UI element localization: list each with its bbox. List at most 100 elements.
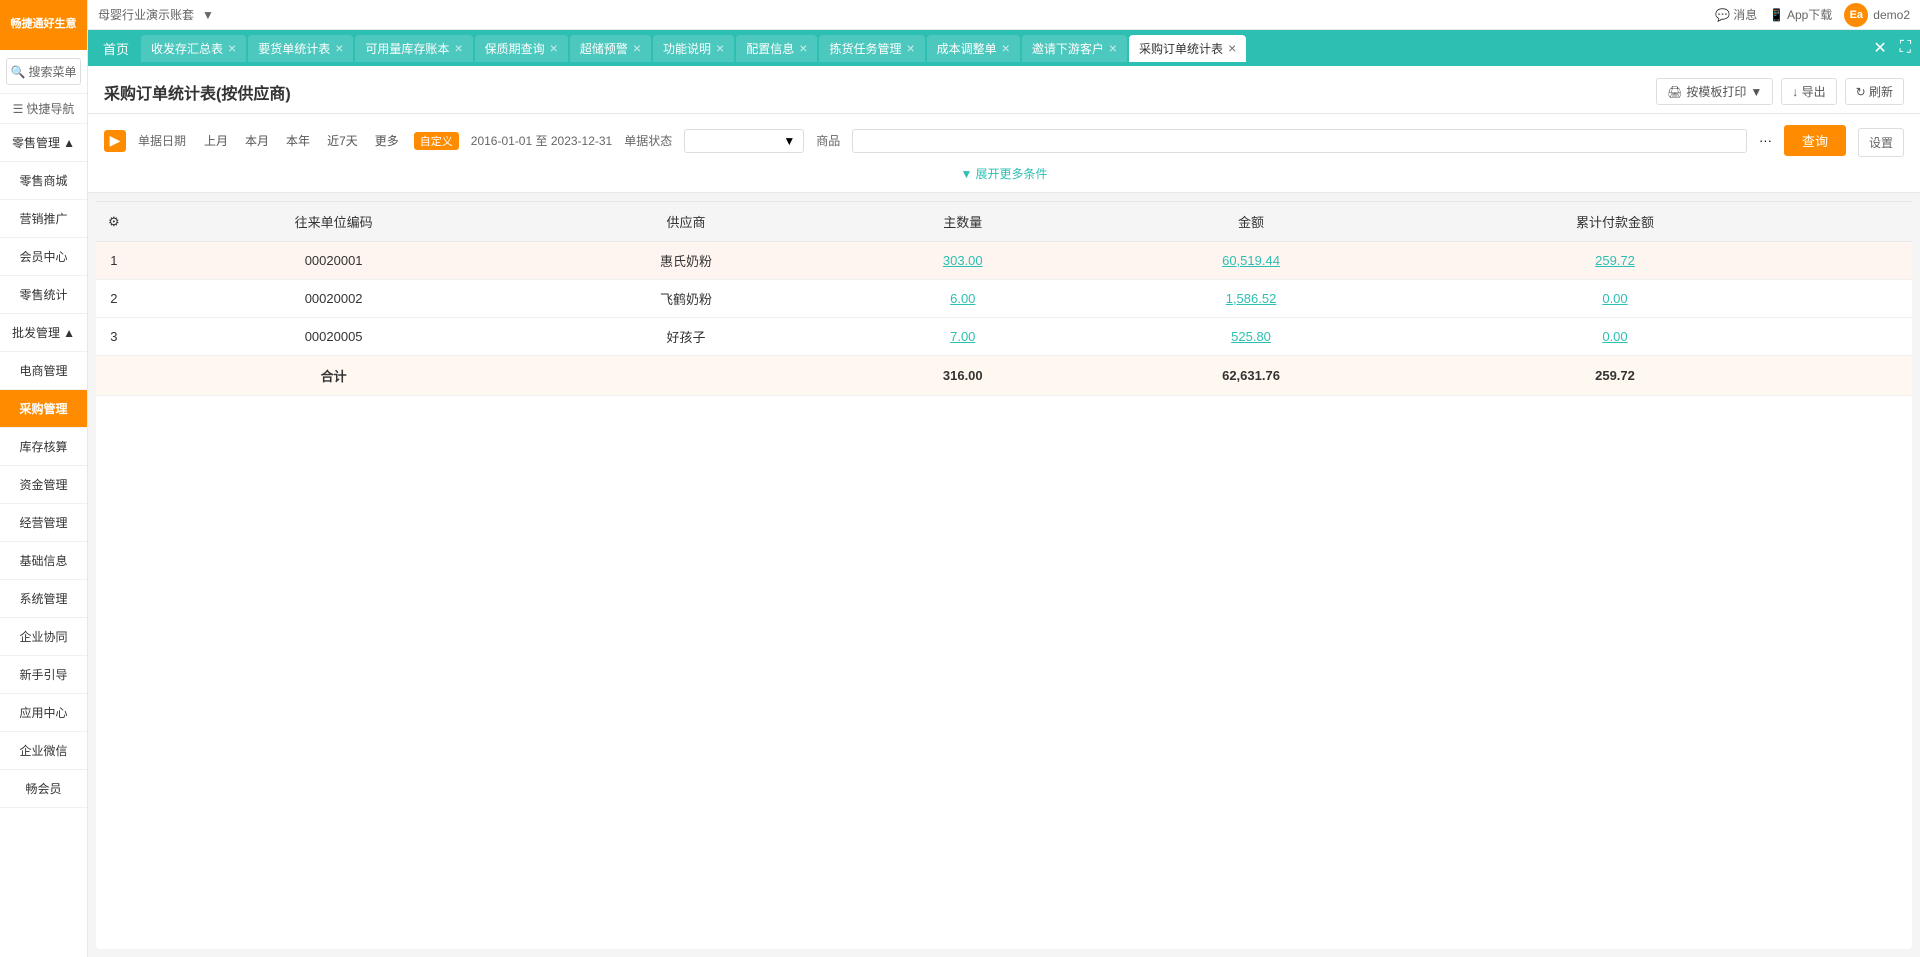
footer-label: 合计: [132, 356, 536, 396]
message-button[interactable]: 💬 消息: [1715, 6, 1757, 23]
search-icon: 🔍: [11, 65, 26, 79]
row-quantity[interactable]: 7.00: [837, 318, 1089, 356]
status-select[interactable]: ▼: [684, 129, 804, 153]
tab-close-11[interactable]: ×: [1228, 41, 1236, 55]
tab-10[interactable]: 邀请下游客户×: [1022, 35, 1127, 62]
footer-empty1: [96, 356, 132, 396]
sidebar-item-企业协同[interactable]: 企业协同: [0, 618, 87, 656]
print-icon: 🖨: [1667, 85, 1682, 99]
app-download-button[interactable]: 📱 App下载: [1769, 6, 1832, 23]
refresh-button[interactable]: ↻ 刷新: [1845, 78, 1904, 105]
row-amount[interactable]: 525.80: [1089, 318, 1413, 356]
sidebar-item-批发管理[interactable]: 批发管理 ▲: [0, 314, 87, 352]
tab-close-4[interactable]: ×: [550, 41, 558, 55]
shortcut-last-month[interactable]: 上月: [198, 129, 234, 152]
tab-label-9: 成本调整单: [937, 40, 997, 57]
tab-close-10[interactable]: ×: [1109, 41, 1117, 55]
expand-more-button[interactable]: ▼ 展开更多条件: [104, 165, 1904, 182]
sidebar-item-零售管理[interactable]: 零售管理 ▲: [0, 124, 87, 162]
row-paid[interactable]: 259.72: [1413, 242, 1817, 280]
tab-close-1[interactable]: ×: [228, 41, 236, 55]
tab-5[interactable]: 超储预警×: [570, 35, 651, 62]
tab-7[interactable]: 配置信息×: [736, 35, 817, 62]
goods-more-icon[interactable]: ···: [1759, 133, 1772, 148]
tab-4[interactable]: 保质期查询×: [475, 35, 568, 62]
tab-close-9[interactable]: ×: [1002, 41, 1010, 55]
query-button[interactable]: 查询: [1784, 125, 1846, 156]
tab-6[interactable]: 功能说明×: [653, 35, 734, 62]
tabbar: 首页收发存汇总表×要货单统计表×可用量库存账本×保质期查询×超储预警×功能说明×…: [88, 30, 1920, 66]
sidebar-item-营销推广[interactable]: 营销推广: [0, 200, 87, 238]
print-label: 按模板打印: [1686, 83, 1746, 100]
tab-11[interactable]: 采购订单统计表×: [1129, 35, 1246, 62]
sidebar-item-新手引导[interactable]: 新手引导: [0, 656, 87, 694]
sidebar-item-经营管理[interactable]: 经营管理: [0, 504, 87, 542]
footer-quantity: 316.00: [837, 356, 1089, 396]
row-extra: [1817, 318, 1912, 356]
sidebar-item-企业微信[interactable]: 企业微信: [0, 732, 87, 770]
expand-filter-button[interactable]: ▶: [104, 130, 126, 152]
sidebar-item-电商管理[interactable]: 电商管理: [0, 352, 87, 390]
arrow-icon: ▲: [63, 326, 75, 340]
settings-button[interactable]: 设置: [1858, 128, 1904, 157]
sidebar-item-零售统计[interactable]: 零售统计: [0, 276, 87, 314]
table-row: 1 00020001 惠氏奶粉 303.00 60,519.44 259.72: [96, 242, 1912, 280]
row-quantity[interactable]: 6.00: [837, 280, 1089, 318]
row-amount[interactable]: 1,586.52: [1089, 280, 1413, 318]
sidebar-item-基础信息[interactable]: 基础信息: [0, 542, 87, 580]
table-section: ⚙ 往来单位编码 供应商 主数量 金额 累计付款金额 1 00020001 惠氏…: [96, 201, 1912, 949]
export-button[interactable]: ↓ 导出: [1781, 78, 1836, 105]
close-tab-button[interactable]: ✕: [1869, 36, 1890, 60]
print-button[interactable]: 🖨 按模板打印 ▼: [1656, 78, 1773, 105]
col-supplier: 供应商: [536, 202, 837, 242]
tab-close-6[interactable]: ×: [716, 41, 724, 55]
row-paid[interactable]: 0.00: [1413, 280, 1817, 318]
user-menu[interactable]: Ea demo2: [1844, 3, 1910, 27]
tab-3[interactable]: 可用量库存账本×: [355, 35, 472, 62]
settings-col-header[interactable]: ⚙: [96, 202, 132, 242]
sidebar-item-采购管理[interactable]: 采购管理: [0, 390, 87, 428]
shortcut-7days[interactable]: 近7天: [321, 129, 364, 152]
search-menu-button[interactable]: 🔍 搜索菜单: [6, 58, 81, 85]
date-shortcuts: 上月 本月 本年 近7天 更多 自定义: [198, 129, 459, 152]
shortcut-this-year[interactable]: 本年: [280, 129, 316, 152]
quick-nav-button[interactable]: ☰ 快捷导航: [0, 94, 87, 124]
tab-label-0: 首页: [103, 39, 129, 58]
sidebar-item-库存核算[interactable]: 库存核算: [0, 428, 87, 466]
quick-nav-label: 快捷导航: [26, 100, 74, 117]
row-supplier: 惠氏奶粉: [536, 242, 837, 280]
logo-text: 畅捷通好生意: [11, 18, 77, 31]
sidebar-item-资金管理[interactable]: 资金管理: [0, 466, 87, 504]
goods-input[interactable]: [852, 129, 1747, 153]
sidebar-item-系统管理[interactable]: 系统管理: [0, 580, 87, 618]
tab-close-2[interactable]: ×: [335, 41, 343, 55]
store-dropdown-icon[interactable]: ▼: [202, 8, 214, 22]
table-header-row: ⚙ 往来单位编码 供应商 主数量 金额 累计付款金额: [96, 202, 1912, 242]
row-quantity[interactable]: 303.00: [837, 242, 1089, 280]
row-paid[interactable]: 0.00: [1413, 318, 1817, 356]
row-supplier: 飞鹤奶粉: [536, 280, 837, 318]
row-supplier: 好孩子: [536, 318, 837, 356]
tab-8[interactable]: 拣货任务管理×: [819, 35, 924, 62]
date-separator: 至: [536, 134, 551, 148]
sidebar-item-零售商城[interactable]: 零售商城: [0, 162, 87, 200]
shortcut-more[interactable]: 更多: [369, 129, 405, 152]
tab-9[interactable]: 成本调整单 ×: [927, 35, 1020, 62]
tab-close-5[interactable]: ×: [633, 41, 641, 55]
sidebar-item-会员中心[interactable]: 会员中心: [0, 238, 87, 276]
footer-amount: 62,631.76: [1089, 356, 1413, 396]
topbar-right: 💬 消息 📱 App下载 Ea demo2: [1715, 3, 1910, 27]
maximize-button[interactable]: ⛶: [1896, 37, 1915, 59]
tab-2[interactable]: 要货单统计表×: [248, 35, 353, 62]
tab-1[interactable]: 收发存汇总表×: [141, 35, 246, 62]
tab-close-8[interactable]: ×: [906, 41, 914, 55]
tab-close-3[interactable]: ×: [454, 41, 462, 55]
sidebar-item-畅会员[interactable]: 畅会员: [0, 770, 87, 808]
tab-0[interactable]: 首页: [93, 34, 139, 63]
row-number: 3: [96, 318, 132, 356]
tab-close-7[interactable]: ×: [799, 41, 807, 55]
row-amount[interactable]: 60,519.44: [1089, 242, 1413, 280]
sidebar-item-应用中心[interactable]: 应用中心: [0, 694, 87, 732]
shortcut-this-month[interactable]: 本月: [239, 129, 275, 152]
row-code: 00020005: [132, 318, 536, 356]
